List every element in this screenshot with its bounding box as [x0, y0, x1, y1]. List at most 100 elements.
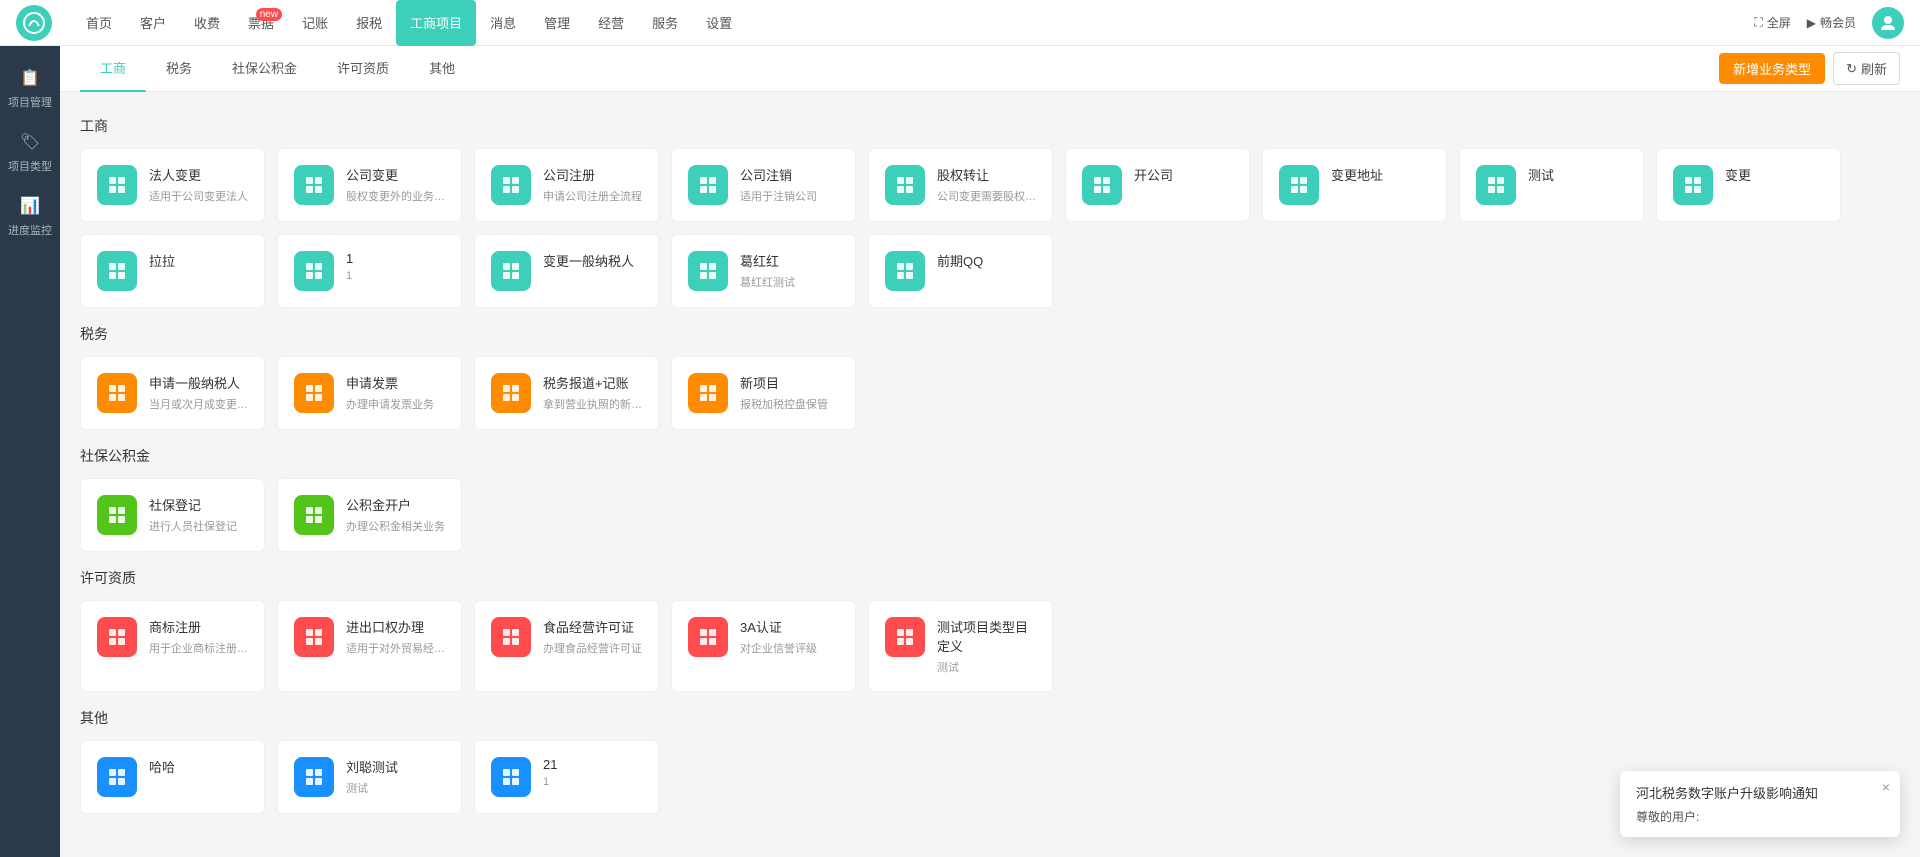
card-info: 刘聪测试测试 — [346, 757, 445, 796]
sub-tab-其他[interactable]: 其他 — [409, 46, 475, 92]
nav-item-首页[interactable]: 首页 — [72, 0, 126, 46]
refresh-icon: ↻ — [1846, 61, 1857, 77]
card-公积金开户[interactable]: 公积金开户办理公积金相关业务 — [277, 478, 462, 552]
card-前期QQ[interactable]: 前期QQ — [868, 234, 1053, 308]
card-title: 社保登记 — [149, 495, 248, 514]
card-icon — [491, 617, 531, 657]
card-icon — [688, 251, 728, 291]
card-公司注销[interactable]: 公司注销适用于注销公司 — [671, 148, 856, 222]
card-icon — [1673, 165, 1713, 205]
card-title: 进出口权办理 — [346, 617, 445, 636]
card-info: 股权转让公司变更需要股权转让 — [937, 165, 1036, 204]
card-info: 葛红红葛红红测试 — [740, 251, 839, 290]
nav-item-客户[interactable]: 客户 — [126, 0, 180, 46]
card-info: 11 — [346, 251, 445, 282]
card-desc: 办理申请发票业务 — [346, 396, 445, 412]
card-进出口权办理[interactable]: 进出口权办理适用于对外贸易经营者 — [277, 600, 462, 692]
sub-tab-许可资质[interactable]: 许可资质 — [317, 46, 409, 92]
card-desc: 办理公积金相关业务 — [346, 518, 445, 534]
card-title: 食品经营许可证 — [543, 617, 642, 636]
nav-item-记账[interactable]: 记账 — [288, 0, 342, 46]
sidebar-item-项目类型[interactable]: 🏷项目类型 — [0, 120, 60, 184]
card-desc: 当月或次月成变更完成 — [149, 396, 248, 412]
card-开公司[interactable]: 开公司 — [1065, 148, 1250, 222]
card-info: 开公司 — [1134, 165, 1233, 188]
sidebar-item-项目管理[interactable]: 📋项目管理 — [0, 56, 60, 120]
top-nav: 首页客户收费票据new记账报税工商项目消息管理经营服务设置 ⛶ 全屏 ▶ 畅会员 — [0, 0, 1920, 46]
card-新项目[interactable]: 新项目报税加税控盘保管 — [671, 356, 856, 430]
card-申请发票[interactable]: 申请发票办理申请发票业务 — [277, 356, 462, 430]
card-info: 商标注册用于企业商标注册服务 — [149, 617, 248, 656]
nav-item-票据[interactable]: 票据new — [234, 0, 288, 46]
card-股权转让[interactable]: 股权转让公司变更需要股权转让 — [868, 148, 1053, 222]
card-公司注册[interactable]: 公司注册申请公司注册全流程 — [474, 148, 659, 222]
section-title-税务: 税务 — [80, 324, 1900, 344]
card-title: 变更 — [1725, 165, 1824, 184]
nav-badge: new — [256, 8, 282, 21]
sub-tab-税务[interactable]: 税务 — [146, 46, 212, 92]
card-icon — [97, 165, 137, 205]
nav-item-经营[interactable]: 经营 — [584, 0, 638, 46]
card-商标注册[interactable]: 商标注册用于企业商标注册服务 — [80, 600, 265, 692]
card-1[interactable]: 11 — [277, 234, 462, 308]
nav-item-消息[interactable]: 消息 — [476, 0, 530, 46]
refresh-button[interactable]: ↻ 刷新 — [1833, 52, 1900, 85]
member-button[interactable]: ▶ 畅会员 — [1807, 14, 1856, 31]
card-社保登记[interactable]: 社保登记进行人员社保登记 — [80, 478, 265, 552]
card-税务报道+记账[interactable]: 税务报道+记账拿到营业执照的新公司 — [474, 356, 659, 430]
card-变更地址[interactable]: 变更地址 — [1262, 148, 1447, 222]
card-icon — [688, 373, 728, 413]
new-type-button[interactable]: 新增业务类型 — [1719, 53, 1825, 84]
card-desc: 股权变更外的业务变更 — [346, 188, 445, 204]
card-title: 开公司 — [1134, 165, 1233, 184]
card-icon — [491, 165, 531, 205]
card-desc: 葛红红测试 — [740, 274, 839, 290]
card-哈哈[interactable]: 哈哈 — [80, 740, 265, 814]
card-变更一般纳税人[interactable]: 变更一般纳税人 — [474, 234, 659, 308]
sub-tab-工商[interactable]: 工商 — [80, 46, 146, 92]
card-desc: 申请公司注册全流程 — [543, 188, 642, 204]
card-变更[interactable]: 变更 — [1656, 148, 1841, 222]
card-title: 新项目 — [740, 373, 839, 392]
card-desc: 用于企业商标注册服务 — [149, 640, 248, 656]
nav-item-工商项目[interactable]: 工商项目 — [396, 0, 476, 46]
card-icon — [1082, 165, 1122, 205]
nav-item-服务[interactable]: 服务 — [638, 0, 692, 46]
nav-item-报税[interactable]: 报税 — [342, 0, 396, 46]
card-info: 3A认证对企业信誉评级 — [740, 617, 839, 656]
card-申请一般纳税人[interactable]: 申请一般纳税人当月或次月成变更完成 — [80, 356, 265, 430]
nav-item-收费[interactable]: 收费 — [180, 0, 234, 46]
card-icon — [294, 165, 334, 205]
card-刘聪测试[interactable]: 刘聪测试测试 — [277, 740, 462, 814]
card-葛红红[interactable]: 葛红红葛红红测试 — [671, 234, 856, 308]
card-desc: 1 — [543, 776, 642, 788]
card-测试[interactable]: 测试 — [1459, 148, 1644, 222]
card-食品经营许可证[interactable]: 食品经营许可证办理食品经营许可证 — [474, 600, 659, 692]
section-title-许可资质: 许可资质 — [80, 568, 1900, 588]
user-avatar[interactable] — [1872, 7, 1904, 39]
section-title-社保公积金: 社保公积金 — [80, 446, 1900, 466]
card-法人变更[interactable]: 法人变更适用于公司变更法人 — [80, 148, 265, 222]
cards-grid-税务: 申请一般纳税人当月或次月成变更完成 申请发票办理申请发票业务 税务报道+记账拿到… — [80, 356, 1900, 430]
nav-item-管理[interactable]: 管理 — [530, 0, 584, 46]
card-测试项目类型目定义[interactable]: 测试项目类型目定义测试 — [868, 600, 1053, 692]
sidebar-icon: 📊 — [18, 194, 42, 218]
card-icon — [885, 617, 925, 657]
card-21[interactable]: 211 — [474, 740, 659, 814]
card-icon — [1279, 165, 1319, 205]
sidebar-item-进度监控[interactable]: 📊进度监控 — [0, 184, 60, 248]
sub-tab-社保公积金[interactable]: 社保公积金 — [212, 46, 317, 92]
card-公司变更[interactable]: 公司变更股权变更外的业务变更 — [277, 148, 462, 222]
card-desc: 对企业信誉评级 — [740, 640, 839, 656]
card-info: 社保登记进行人员社保登记 — [149, 495, 248, 534]
card-info: 公积金开户办理公积金相关业务 — [346, 495, 445, 534]
card-title: 哈哈 — [149, 757, 248, 776]
card-3A认证[interactable]: 3A认证对企业信誉评级 — [671, 600, 856, 692]
card-info: 食品经营许可证办理食品经营许可证 — [543, 617, 642, 656]
card-icon — [97, 251, 137, 291]
card-title: 刘聪测试 — [346, 757, 445, 776]
notification-close-button[interactable]: × — [1882, 779, 1890, 795]
nav-item-设置[interactable]: 设置 — [692, 0, 746, 46]
card-拉拉[interactable]: 拉拉 — [80, 234, 265, 308]
fullscreen-button[interactable]: ⛶ 全屏 — [1754, 14, 1790, 31]
